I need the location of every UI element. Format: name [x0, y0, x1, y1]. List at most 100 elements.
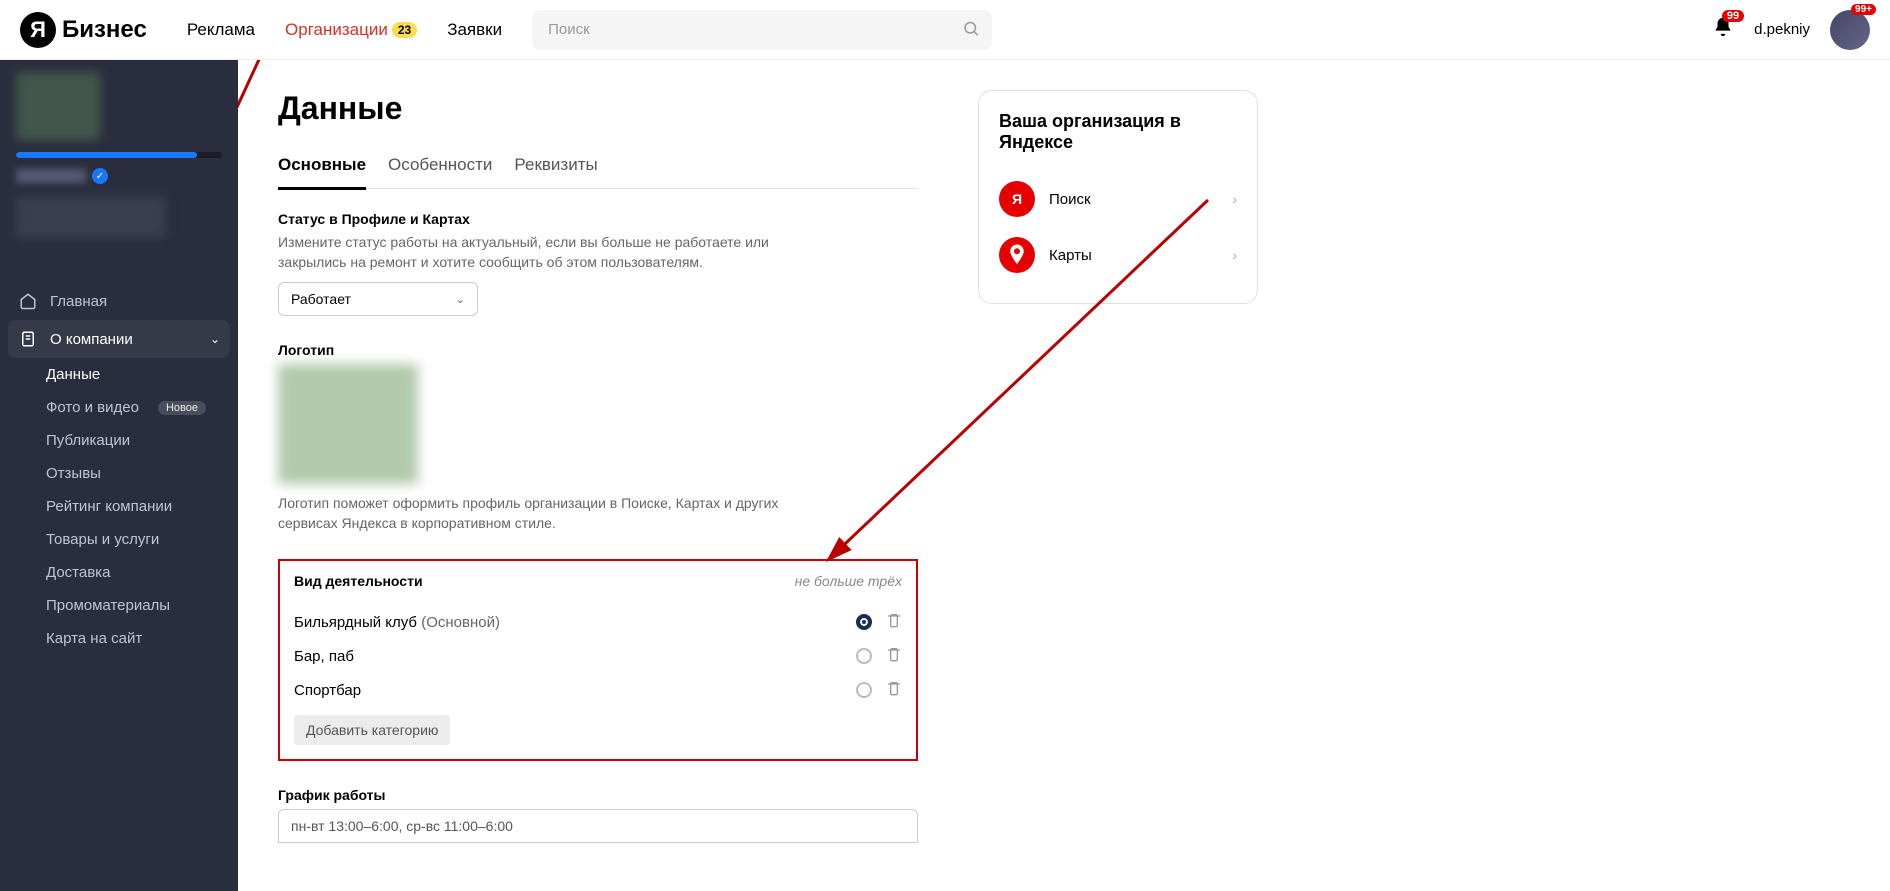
tab-requisites[interactable]: Реквизиты [514, 155, 597, 188]
logo[interactable]: Я Бизнес [20, 12, 147, 48]
nav-item-advertising[interactable]: Реклама [187, 20, 255, 40]
right-row-label: Карты [1049, 247, 1218, 264]
right-row-search[interactable]: Я Поиск › [999, 171, 1237, 227]
sidebar-subitem-photos[interactable]: Фото и видео Новое [46, 391, 238, 424]
sidebar-subitem-label: Отзывы [46, 465, 101, 482]
activity-header: Вид деятельности не больше трёх [294, 573, 902, 595]
sidebar-submenu: Данные Фото и видео Новое Публикации Отз… [0, 358, 238, 655]
search-bar [532, 10, 992, 50]
status-value: Работает [291, 291, 351, 307]
sidebar-subitem-promo[interactable]: Промоматериалы [46, 589, 238, 622]
sidebar-verified: ✓ [16, 168, 222, 184]
status-description: Измените статус работы на актуальный, ес… [278, 233, 838, 272]
sidebar-verified-text [16, 169, 86, 183]
activity-main-suffix: (Основной) [421, 614, 500, 631]
sidebar-subitem-label: Данные [46, 366, 100, 383]
sidebar-item-about[interactable]: О компании ⌄ [8, 320, 230, 358]
activity-primary-radio[interactable] [856, 648, 872, 664]
search-icon[interactable] [962, 19, 980, 40]
right-card-title: Ваша организация в Яндексе [999, 111, 1237, 153]
nav-badge: 23 [392, 22, 417, 38]
home-icon [18, 292, 38, 310]
activity-name: Спортбар [294, 682, 856, 699]
trash-icon[interactable] [886, 646, 902, 666]
tab-main[interactable]: Основные [278, 155, 366, 190]
activity-name: Бильярдный клуб (Основной) [294, 614, 856, 631]
sidebar-subitem-publications[interactable]: Публикации [46, 424, 238, 457]
sidebar-info-block [16, 196, 166, 238]
sidebar-subitem-reviews[interactable]: Отзывы [46, 457, 238, 490]
sidebar-subitem-label: Товары и услуги [46, 531, 159, 548]
activity-controls [856, 612, 902, 632]
schedule-field[interactable]: пн-вт 13:00–6:00, ср-вс 11:00–6:00 [278, 809, 918, 843]
notifications-button[interactable]: 99 [1712, 16, 1734, 44]
sidebar-item-label: О компании [50, 331, 133, 348]
sidebar-org-block: ✓ [0, 72, 238, 254]
verified-icon: ✓ [92, 168, 108, 184]
chevron-right-icon: › [1232, 247, 1237, 263]
content-column: Данные Основные Особенности Реквизиты Ст… [278, 90, 918, 869]
tab-features[interactable]: Особенности [388, 155, 492, 188]
trash-icon[interactable] [886, 612, 902, 632]
sidebar-menu: Главная О компании ⌄ Данные Фото и видео… [0, 282, 238, 655]
header: Я Бизнес Реклама Организации 23 Заявки 9… [0, 0, 1890, 60]
activity-row: Бильярдный клуб (Основной) [294, 605, 902, 639]
chevron-down-icon: ⌄ [456, 293, 465, 306]
right-row-maps[interactable]: Карты › [999, 227, 1237, 283]
sidebar-subitem-label: Промоматериалы [46, 597, 170, 614]
sidebar-subitem-label: Доставка [46, 564, 110, 581]
avatar[interactable]: 99+ [1830, 10, 1870, 50]
sidebar-progress [16, 152, 222, 158]
sidebar-subitem-rating[interactable]: Рейтинг компании [46, 490, 238, 523]
sidebar-subitem-label: Публикации [46, 432, 130, 449]
notifications-badge: 99 [1722, 10, 1744, 22]
top-nav: Реклама Организации 23 Заявки [187, 20, 502, 40]
section-schedule: График работы пн-вт 13:00–6:00, ср-вс 11… [278, 787, 918, 843]
nav-item-organizations[interactable]: Организации 23 [285, 20, 417, 40]
activity-primary-radio[interactable] [856, 614, 872, 630]
activity-label: Вид деятельности [294, 573, 423, 589]
activity-hint: не больше трёх [795, 573, 902, 589]
search-input[interactable] [532, 10, 992, 50]
add-category-button[interactable]: Добавить категорию [294, 715, 450, 745]
section-activity: Вид деятельности не больше трёх Бильярдн… [278, 559, 918, 761]
logo-text: Бизнес [62, 16, 147, 44]
activity-controls [856, 646, 902, 666]
trash-icon[interactable] [886, 680, 902, 700]
username[interactable]: d.pekniy [1754, 21, 1810, 38]
logo-description: Логотип поможет оформить профиль организ… [278, 494, 838, 533]
nav-item-requests[interactable]: Заявки [447, 20, 502, 40]
logo-mark: Я [20, 12, 56, 48]
status-label: Статус в Профиле и Картах [278, 211, 918, 227]
page-title: Данные [278, 90, 918, 127]
chevron-down-icon: ⌄ [210, 332, 220, 346]
activity-name-text: Бильярдный клуб [294, 614, 417, 631]
activity-row: Бар, паб [294, 639, 902, 673]
sidebar-subitem-delivery[interactable]: Доставка [46, 556, 238, 589]
sidebar-item-home[interactable]: Главная [0, 282, 238, 320]
section-status: Статус в Профиле и Картах Измените стату… [278, 211, 918, 316]
nav-item-label: Организации [285, 20, 388, 40]
sidebar-subitem-label: Рейтинг компании [46, 498, 172, 515]
tabs: Основные Особенности Реквизиты [278, 155, 918, 189]
sidebar: ✓ Главная О компании ⌄ Данные Ф [0, 60, 238, 891]
sidebar-subitem-map[interactable]: Карта на сайт [46, 622, 238, 655]
right-row-label: Поиск [1049, 191, 1218, 208]
logo-preview[interactable] [278, 364, 418, 484]
logo-label: Логотип [278, 342, 918, 358]
header-right: 99 d.pekniy 99+ [1712, 10, 1870, 50]
avatar-badge: 99+ [1851, 4, 1876, 15]
activity-row: Спортбар [294, 673, 902, 707]
status-select[interactable]: Работает ⌄ [278, 282, 478, 316]
chevron-right-icon: › [1232, 191, 1237, 207]
section-logo: Логотип Логотип поможет оформить профиль… [278, 342, 918, 533]
sidebar-progress-fill [16, 152, 197, 158]
schedule-label: График работы [278, 787, 918, 803]
sidebar-org-logo[interactable] [16, 72, 100, 140]
sidebar-subitem-goods[interactable]: Товары и услуги [46, 523, 238, 556]
activity-controls [856, 680, 902, 700]
yandex-icon: Я [999, 181, 1035, 217]
sidebar-subitem-data[interactable]: Данные [46, 358, 238, 391]
activity-primary-radio[interactable] [856, 682, 872, 698]
sidebar-subitem-label: Фото и видео [46, 399, 139, 416]
